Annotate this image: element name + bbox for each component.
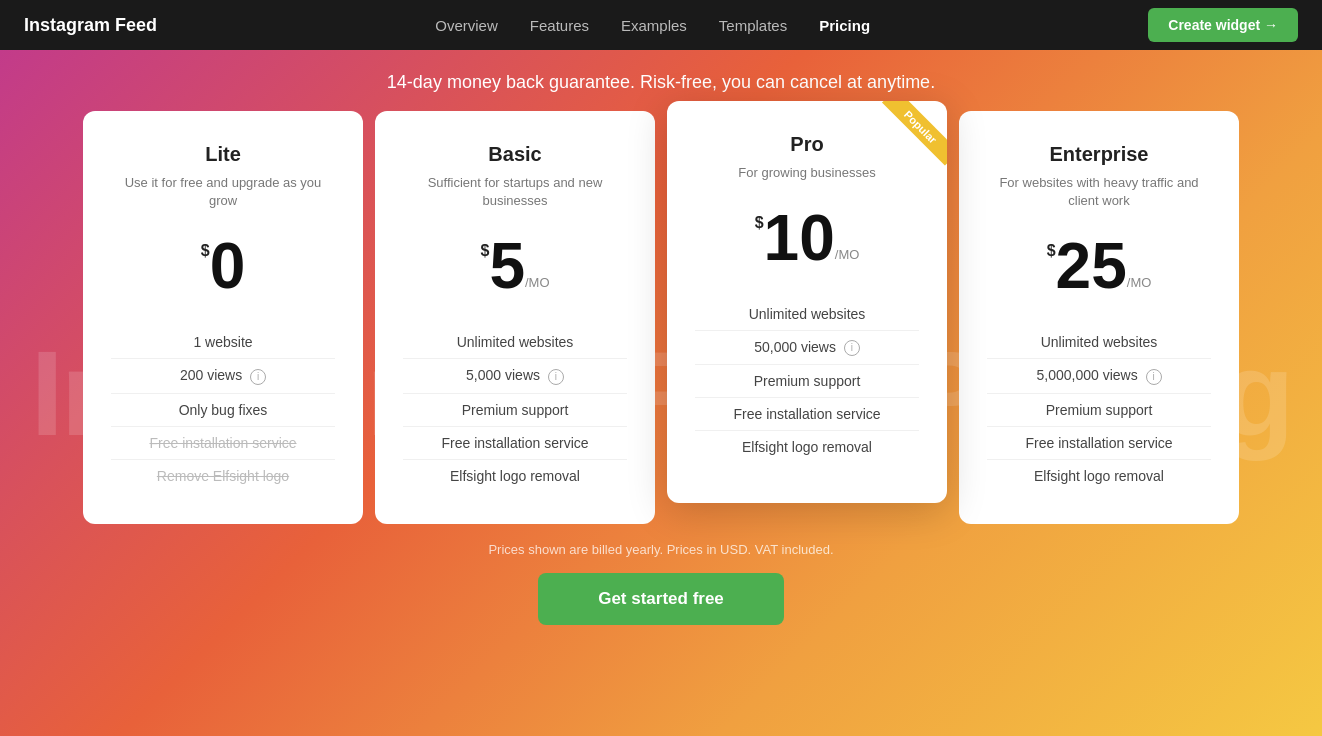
list-item: Elfsight logo removal (695, 430, 919, 463)
list-item: Premium support (987, 393, 1211, 426)
nav-overview[interactable]: Overview (435, 17, 498, 34)
guarantee-text: 14-day money back guarantee. Risk-free, … (387, 72, 935, 92)
billed-note: Prices shown are billed yearly. Prices i… (0, 542, 1322, 557)
lite-price-row: $ 0 (111, 234, 335, 298)
info-icon[interactable]: i (1146, 369, 1162, 385)
lite-features: 1 website 200 views i Only bug fixes Fre… (111, 326, 335, 491)
basic-subtitle: Sufficient for startups and new business… (403, 174, 627, 210)
list-item: 5,000,000 views i (987, 358, 1211, 392)
info-icon[interactable]: i (844, 340, 860, 356)
lite-title: Lite (111, 143, 335, 166)
list-item: Free installation service (111, 426, 335, 459)
enterprise-period: /MO (1127, 275, 1152, 290)
list-item: 5,000 views i (403, 358, 627, 392)
nav-links: Overview Features Examples Templates Pri… (435, 17, 870, 34)
popular-badge: Popular (867, 101, 947, 181)
list-item: Elfsight logo removal (987, 459, 1211, 492)
list-item: Free installation service (987, 426, 1211, 459)
list-item: 1 website (111, 326, 335, 358)
enterprise-features: Unlimited websites 5,000,000 views i Pre… (987, 326, 1211, 491)
list-item: Unlimited websites (987, 326, 1211, 358)
pricing-card-lite[interactable]: Lite Use it for free and upgrade as you … (83, 111, 363, 524)
navbar: Instagram Feed Overview Features Example… (0, 0, 1322, 50)
basic-title: Basic (403, 143, 627, 166)
pro-features: Unlimited websites 50,000 views i Premiu… (695, 298, 919, 463)
enterprise-title: Enterprise (987, 143, 1211, 166)
brand-logo: Instagram Feed (24, 15, 157, 36)
pro-amount: 10 (764, 206, 835, 270)
pro-dollar: $ (755, 214, 764, 232)
enterprise-price-row: $ 25 /MO (987, 234, 1211, 298)
lite-subtitle: Use it for free and upgrade as you grow (111, 174, 335, 210)
info-icon[interactable]: i (250, 369, 266, 385)
lite-dollar: $ (201, 242, 210, 260)
get-started-button[interactable]: Get started free (538, 573, 784, 625)
basic-price-row: $ 5 /MO (403, 234, 627, 298)
guarantee-bar: 14-day money back guarantee. Risk-free, … (0, 50, 1322, 111)
pro-period: /MO (835, 247, 860, 262)
nav-examples[interactable]: Examples (621, 17, 687, 34)
lite-amount: 0 (210, 234, 246, 298)
list-item: Premium support (695, 364, 919, 397)
basic-amount: 5 (489, 234, 525, 298)
nav-pricing[interactable]: Pricing (819, 17, 870, 34)
create-widget-button[interactable]: Create widget → (1148, 8, 1298, 42)
enterprise-dollar: $ (1047, 242, 1056, 260)
nav-features[interactable]: Features (530, 17, 589, 34)
nav-templates[interactable]: Templates (719, 17, 787, 34)
pricing-section: Lite Use it for free and upgrade as you … (0, 111, 1322, 524)
pricing-card-basic[interactable]: Basic Sufficient for startups and new bu… (375, 111, 655, 524)
list-item: Only bug fixes (111, 393, 335, 426)
enterprise-subtitle: For websites with heavy traffic and clie… (987, 174, 1211, 210)
list-item: 50,000 views i (695, 330, 919, 364)
basic-features: Unlimited websites 5,000 views i Premium… (403, 326, 627, 491)
list-item: Unlimited websites (403, 326, 627, 358)
list-item: Free installation service (695, 397, 919, 430)
popular-badge-label: Popular (882, 101, 947, 166)
list-item: 200 views i (111, 358, 335, 392)
list-item: Remove Elfsight logo (111, 459, 335, 492)
list-item: Elfsight logo removal (403, 459, 627, 492)
pricing-card-enterprise[interactable]: Enterprise For websites with heavy traff… (959, 111, 1239, 524)
basic-dollar: $ (480, 242, 489, 260)
pro-price-row: $ 10 /MO (695, 206, 919, 270)
hero-area: Instagram Feed Pricing 14-day money back… (0, 50, 1322, 736)
bottom-section: Prices shown are billed yearly. Prices i… (0, 542, 1322, 625)
basic-period: /MO (525, 275, 550, 290)
list-item: Unlimited websites (695, 298, 919, 330)
list-item: Premium support (403, 393, 627, 426)
info-icon[interactable]: i (548, 369, 564, 385)
enterprise-amount: 25 (1056, 234, 1127, 298)
list-item: Free installation service (403, 426, 627, 459)
pricing-card-pro[interactable]: Popular Pro For growing businesses $ 10 … (667, 101, 947, 503)
